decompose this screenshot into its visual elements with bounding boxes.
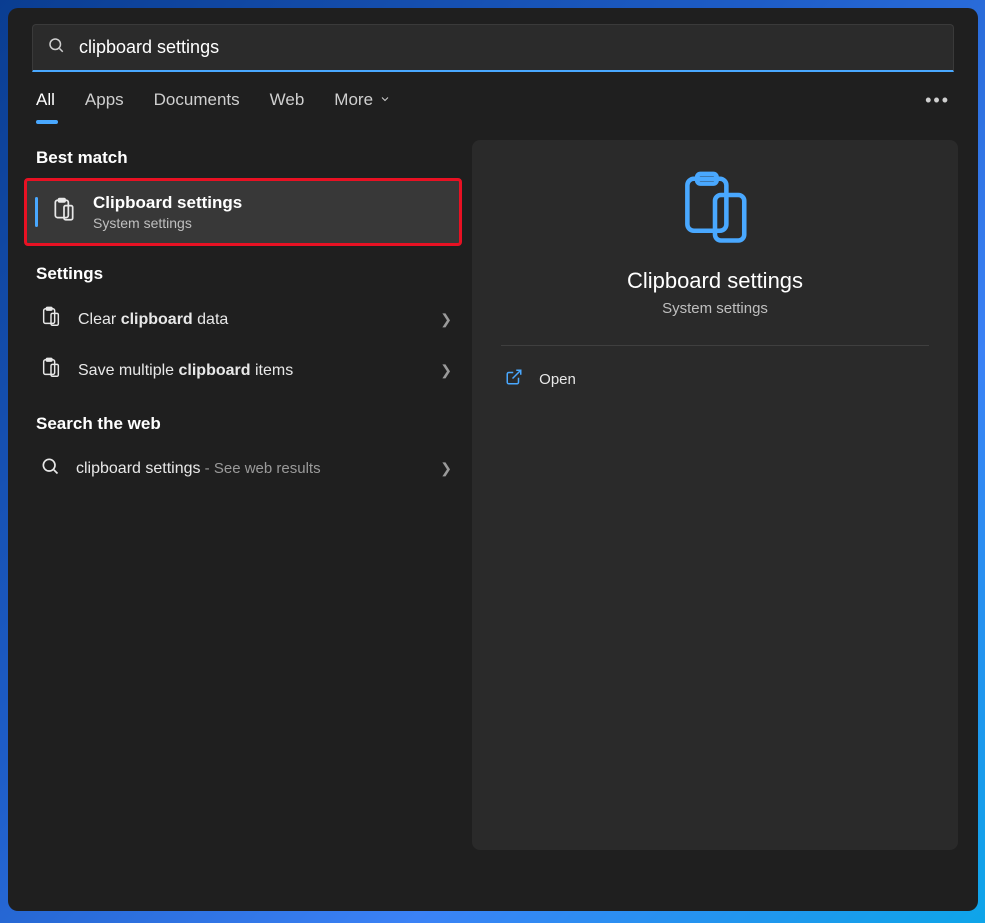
web-search-item[interactable]: clipboard settings - See web results ❯ — [36, 444, 456, 493]
best-match-title: Clipboard settings — [93, 193, 242, 213]
search-icon — [47, 36, 65, 59]
settings-item-label: Clear clipboard data — [78, 311, 424, 329]
best-match-subtitle: System settings — [93, 215, 242, 231]
clipboard-icon — [40, 306, 62, 333]
best-match-result[interactable]: Clipboard settings System settings — [24, 178, 462, 246]
best-match-text: Clipboard settings System settings — [93, 193, 242, 231]
section-search-web: Search the web — [36, 414, 456, 434]
settings-item-clear-clipboard[interactable]: Clear clipboard data ❯ — [36, 294, 456, 345]
chevron-right-icon: ❯ — [440, 460, 452, 477]
tab-more-label: More — [334, 90, 373, 110]
settings-item-save-multiple[interactable]: Save multiple clipboard items ❯ — [36, 345, 456, 396]
preview-pane: Clipboard settings System settings Open — [472, 140, 958, 850]
clipboard-icon — [40, 357, 62, 384]
tab-documents[interactable]: Documents — [154, 90, 240, 122]
preview-title: Clipboard settings — [627, 268, 803, 294]
section-settings: Settings — [36, 264, 456, 284]
web-search-label: clipboard settings - See web results — [76, 460, 424, 478]
open-external-icon — [505, 368, 523, 390]
search-input[interactable] — [79, 37, 939, 58]
settings-item-label: Save multiple clipboard items — [78, 362, 424, 380]
tab-more[interactable]: More — [334, 90, 391, 122]
preview-subtitle: System settings — [662, 300, 768, 317]
chevron-down-icon — [379, 90, 391, 110]
search-bar-container — [8, 8, 978, 72]
divider — [501, 345, 929, 346]
tab-all[interactable]: All — [36, 90, 55, 122]
open-label: Open — [539, 371, 576, 388]
tab-apps[interactable]: Apps — [85, 90, 124, 122]
preview-icon — [675, 168, 755, 248]
overflow-menu-button[interactable]: ••• — [925, 90, 950, 111]
results-body: Best match Clipboard settings System set… — [8, 122, 978, 850]
results-list: Best match Clipboard settings System set… — [36, 140, 456, 850]
search-icon — [40, 456, 60, 481]
filter-tabs: All Apps Documents Web More ••• — [8, 72, 978, 122]
open-action[interactable]: Open — [501, 356, 929, 402]
chevron-right-icon: ❯ — [440, 311, 452, 328]
tab-web[interactable]: Web — [270, 90, 305, 122]
selection-accent — [35, 197, 38, 227]
start-search-panel: All Apps Documents Web More ••• Best mat… — [8, 8, 978, 911]
search-bar[interactable] — [32, 24, 954, 72]
clipboard-icon — [51, 197, 77, 228]
chevron-right-icon: ❯ — [440, 362, 452, 379]
section-best-match: Best match — [36, 148, 456, 168]
